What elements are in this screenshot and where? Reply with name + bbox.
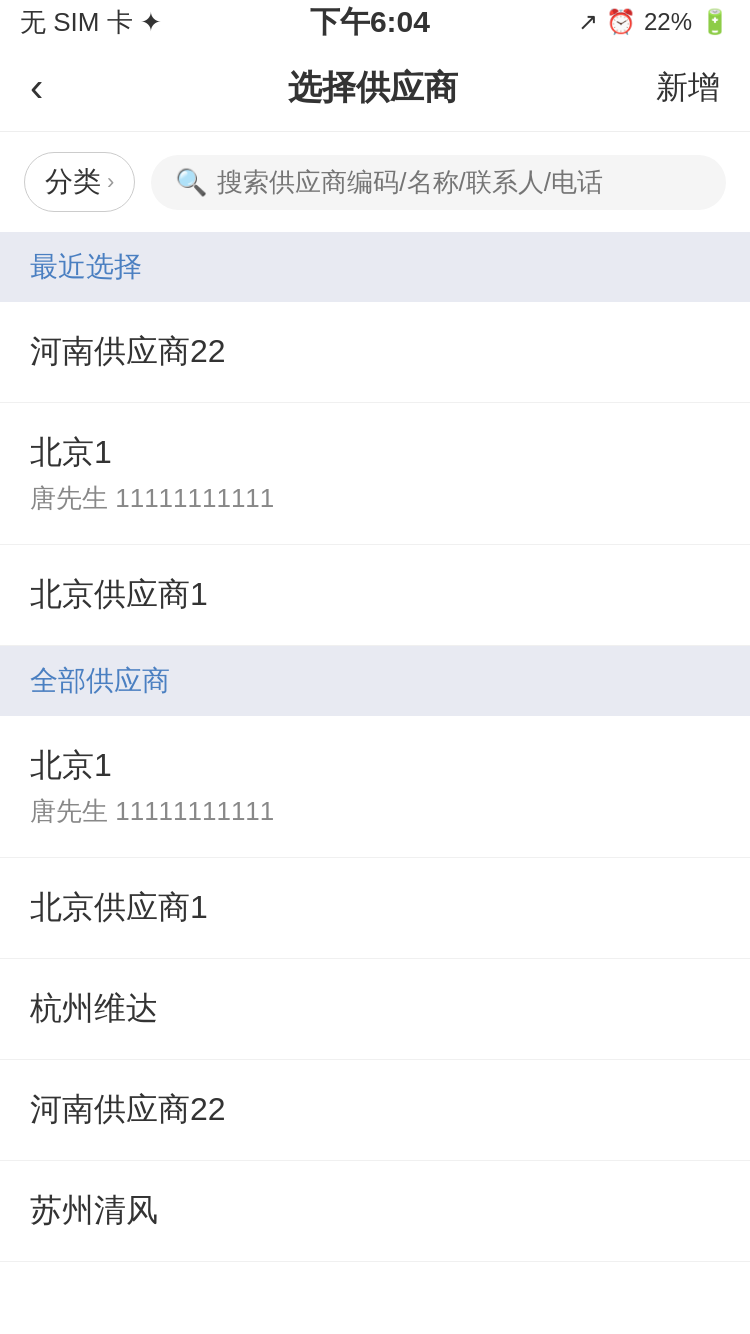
- item-name: 北京供应商1: [30, 886, 720, 930]
- list-item[interactable]: 北京供应商1: [0, 858, 750, 959]
- page-title: 选择供应商: [288, 65, 458, 111]
- item-sub: 唐先生 11111111111: [30, 794, 720, 829]
- status-left: 无 SIM 卡 ✦: [20, 5, 162, 40]
- recent-section-title: 最近选择: [30, 251, 142, 282]
- item-name: 北京1: [30, 744, 720, 788]
- list-item[interactable]: 杭州维达: [0, 959, 750, 1060]
- item-sub: 唐先生 11111111111: [30, 481, 720, 516]
- status-bar: 无 SIM 卡 ✦ 下午6:04 ↗ ⏰ 22% 🔋: [0, 0, 750, 44]
- battery-text: 22%: [644, 8, 692, 36]
- back-button[interactable]: ‹: [30, 65, 90, 110]
- category-button[interactable]: 分类 ›: [24, 152, 135, 212]
- recent-section-header: 最近选择: [0, 232, 750, 302]
- list-item[interactable]: 河南供应商22: [0, 1060, 750, 1161]
- list-item[interactable]: 河南供应商22: [0, 302, 750, 403]
- nav-bar: ‹ 选择供应商 新增: [0, 44, 750, 132]
- battery-icon: 🔋: [700, 8, 730, 36]
- chevron-right-icon: ›: [107, 169, 114, 195]
- item-name: 杭州维达: [30, 987, 720, 1031]
- list-item[interactable]: 苏州清风: [0, 1161, 750, 1262]
- item-name: 河南供应商22: [30, 1088, 720, 1132]
- all-section-header: 全部供应商: [0, 646, 750, 716]
- item-name: 北京供应商1: [30, 573, 720, 617]
- list-item[interactable]: 北京1 唐先生 11111111111: [0, 716, 750, 858]
- status-right: ↗ ⏰ 22% 🔋: [578, 8, 730, 36]
- item-name: 河南供应商22: [30, 330, 720, 374]
- add-button[interactable]: 新增: [656, 66, 720, 110]
- item-name: 苏州清风: [30, 1189, 720, 1233]
- list-item[interactable]: 北京供应商1: [0, 545, 750, 646]
- category-label: 分类: [45, 163, 101, 201]
- all-list: 北京1 唐先生 11111111111 北京供应商1 杭州维达河南供应商22 苏州清风: [0, 716, 750, 1262]
- search-box: 🔍: [151, 155, 726, 210]
- location-icon: ↗: [578, 8, 598, 36]
- filter-bar: 分类 › 🔍: [0, 132, 750, 232]
- recent-list: 河南供应商22 北京1 唐先生 11111111111 北京供应商1: [0, 302, 750, 646]
- search-input[interactable]: [217, 167, 702, 198]
- status-time: 下午6:04: [310, 2, 430, 43]
- search-icon: 🔍: [175, 167, 207, 198]
- item-name: 北京1: [30, 431, 720, 475]
- list-item[interactable]: 北京1 唐先生 11111111111: [0, 403, 750, 545]
- alarm-icon: ⏰: [606, 8, 636, 36]
- all-section-title: 全部供应商: [30, 665, 170, 696]
